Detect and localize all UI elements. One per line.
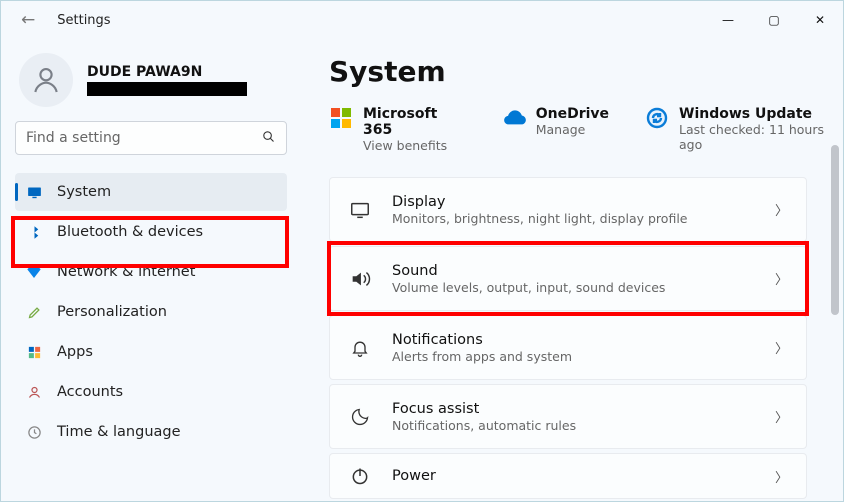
close-button[interactable]: ✕ [797,1,843,39]
m365-icon [329,106,353,130]
chevron-right-icon: 〉 [775,407,788,426]
card-title: Windows Update [679,106,843,122]
avatar [19,53,73,107]
item-sub: Monitors, brightness, night light, displ… [392,211,755,226]
card-sub: Last checked: 11 hours ago [679,122,843,152]
info-cards: Microsoft 365 View benefits OneDrive Man… [329,106,843,153]
minimize-button[interactable]: — [705,1,751,39]
chevron-right-icon: 〉 [775,467,788,486]
user-email-redacted [87,82,247,96]
nav-label: Network & internet [57,264,195,280]
nav-item-personalization[interactable]: Personalization [15,293,287,331]
nav-label: Accounts [57,384,123,400]
card-title: OneDrive [536,106,609,122]
item-notifications[interactable]: Notifications Alerts from apps and syste… [329,315,807,380]
nav-label: System [57,184,111,200]
card-m365[interactable]: Microsoft 365 View benefits [329,106,466,153]
scrollbar-thumb[interactable] [831,145,839,315]
accounts-icon [25,383,43,401]
focus-icon [348,405,372,429]
item-sound[interactable]: Sound Volume levels, output, input, soun… [329,246,807,311]
onedrive-icon [502,106,526,130]
display-icon [348,198,372,222]
item-display[interactable]: Display Monitors, brightness, night ligh… [329,177,807,242]
apps-icon [25,343,43,361]
item-sub: Alerts from apps and system [392,349,755,364]
clock-icon [25,423,43,441]
card-sub: View benefits [363,138,466,153]
item-title: Sound [392,263,755,279]
item-sub: Volume levels, output, input, sound devi… [392,280,755,295]
user-icon [30,64,62,96]
nav-item-network[interactable]: Network & internet [15,253,287,291]
main-panel: System Microsoft 365 View benefits OneDr… [301,39,843,501]
nav-item-system[interactable]: System [15,173,287,211]
nav-label: Bluetooth & devices [57,224,203,240]
app-title: Settings [57,13,110,28]
item-title: Notifications [392,332,755,348]
power-icon [348,464,372,488]
card-onedrive[interactable]: OneDrive Manage [502,106,609,153]
search-box[interactable] [15,121,287,155]
nav-item-time[interactable]: Time & language [15,413,287,451]
item-sub: Notifications, automatic rules [392,418,755,433]
sidebar: DUDE PAWA9N System Bluetooth & devices N… [1,39,301,501]
user-name: DUDE PAWA9N [87,64,247,80]
nav-list: System Bluetooth & devices Network & int… [15,173,287,451]
chevron-right-icon: 〉 [775,269,788,288]
settings-list: Display Monitors, brightness, night ligh… [329,177,837,499]
title-bar: ← Settings — ▢ ✕ [1,1,843,39]
sound-icon [348,267,372,291]
wifi-icon [25,263,43,281]
page-title: System [329,55,843,88]
item-title: Focus assist [392,401,755,417]
update-icon [645,106,669,130]
nav-item-bluetooth[interactable]: Bluetooth & devices [15,213,287,251]
nav-label: Apps [57,344,93,360]
item-title: Display [392,194,755,210]
monitor-icon [25,183,43,201]
nav-item-accounts[interactable]: Accounts [15,373,287,411]
item-focus[interactable]: Focus assist Notifications, automatic ru… [329,384,807,449]
back-button[interactable]: ← [15,6,41,34]
nav-item-apps[interactable]: Apps [15,333,287,371]
nav-label: Personalization [57,304,167,320]
item-power[interactable]: Power 〉 [329,453,807,499]
search-input[interactable] [26,130,261,146]
chevron-right-icon: 〉 [775,338,788,357]
bell-icon [348,336,372,360]
bluetooth-icon [25,223,43,241]
search-icon [261,129,276,148]
card-title: Microsoft 365 [363,106,466,138]
nav-label: Time & language [57,424,181,440]
card-sub: Manage [536,122,609,137]
card-wu[interactable]: Windows Update Last checked: 11 hours ag… [645,106,843,153]
user-block[interactable]: DUDE PAWA9N [19,53,287,107]
item-title: Power [392,468,755,484]
window-controls: — ▢ ✕ [705,1,843,39]
brush-icon [25,303,43,321]
maximize-button[interactable]: ▢ [751,1,797,39]
chevron-right-icon: 〉 [775,200,788,219]
